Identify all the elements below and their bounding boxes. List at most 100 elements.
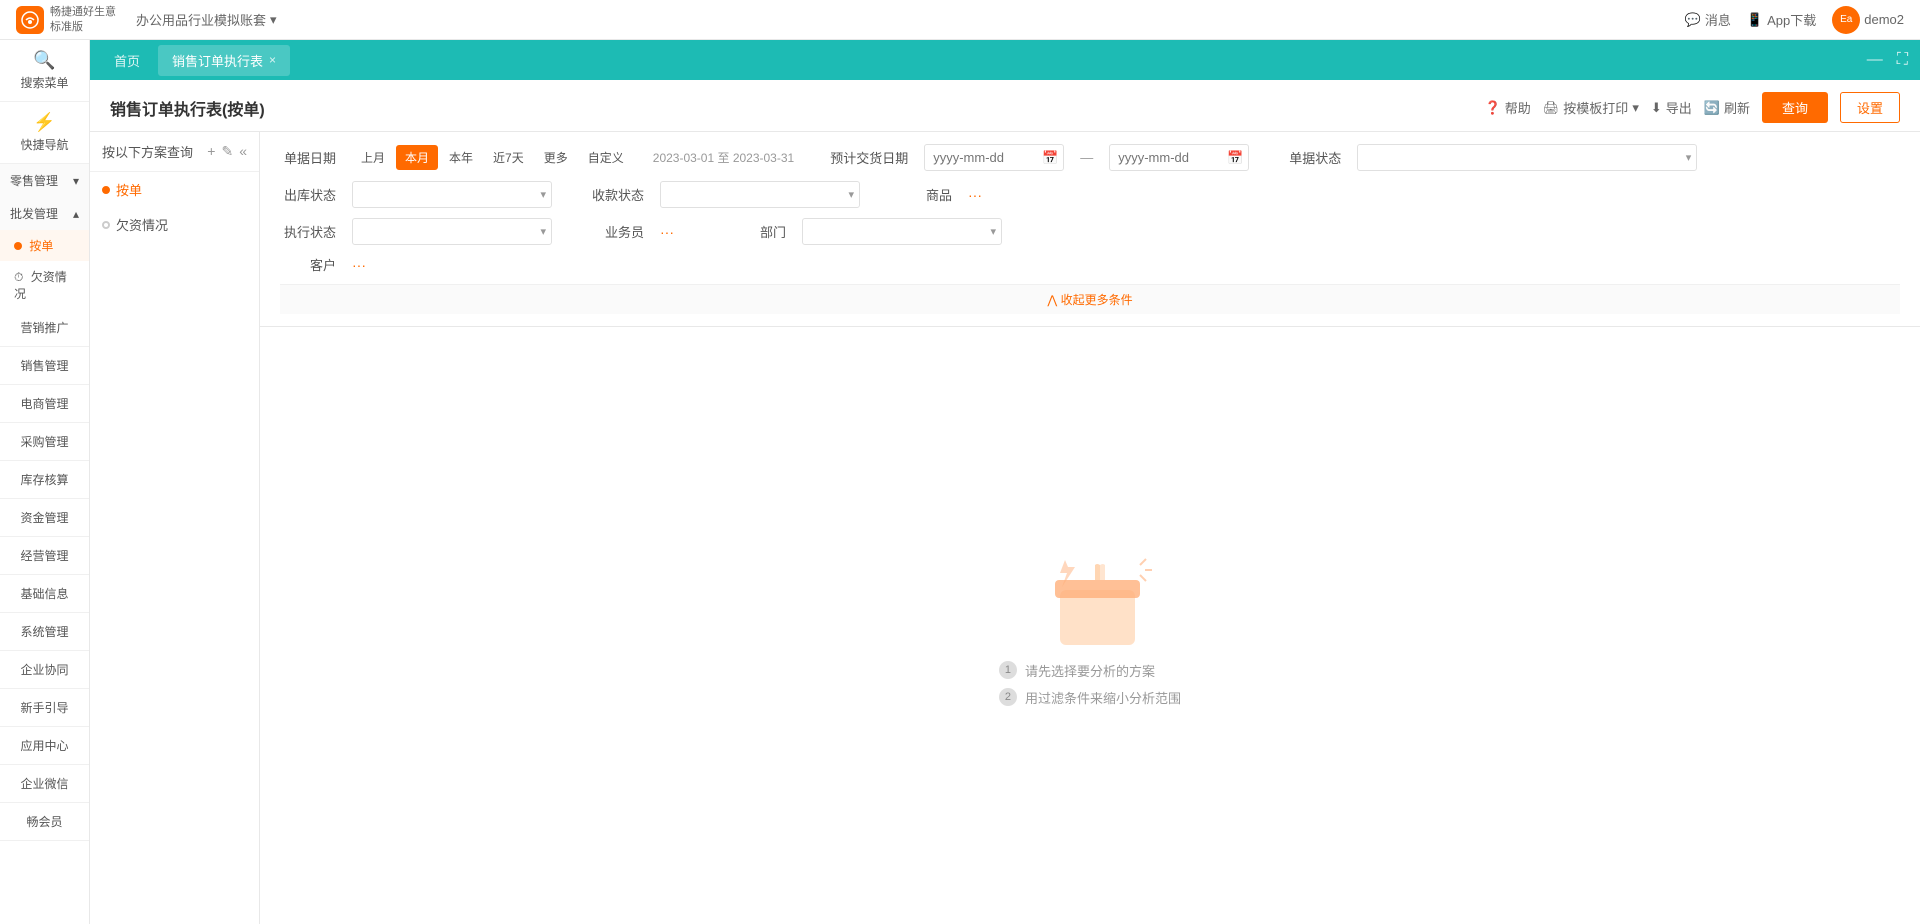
filter-row-1: 单据日期 上月 本月 本年 近7天 更多 自定义 2023-03-01 至 20… [280,144,1900,171]
tab-close-button[interactable]: × [269,53,276,67]
breadcrumb[interactable]: 办公用品行业模拟账套 ▾ [136,10,277,29]
tab-minimize-button[interactable]: — [1863,47,1887,73]
quicknav-icon: ⚡ [33,112,55,133]
payment-label: 收款状态 [588,185,644,204]
sidebar-sub-orders[interactable]: 按单 [0,230,89,261]
print-template-button[interactable]: 🖨 按模板打印 ▾ [1543,98,1639,117]
dept-select[interactable] [802,218,1002,245]
shipment-select-wrap: ▾ [352,181,552,208]
exec-select-wrap: ▾ [352,218,552,245]
download-icon: 📱 [1747,12,1763,28]
logo-icon [16,6,44,34]
sidebar-item-finance[interactable]: 资金管理 [0,499,89,537]
app-download-button[interactable]: 📱 App下载 [1747,10,1816,29]
last-month-btn[interactable]: 上月 [352,145,394,170]
tab-sales-exec[interactable]: 销售订单执行表 × [158,45,290,76]
settings-button[interactable]: 设置 [1840,92,1900,123]
dept-label: 部门 [730,222,786,241]
sidebar-item-search[interactable]: 🔍 搜索菜单 [0,40,89,102]
print-arrow-icon: ▾ [1632,100,1639,116]
wholesale-arrow: ▴ [73,207,79,221]
message-icon: 💬 [1685,12,1701,28]
scheme-collapse-button[interactable]: « [239,143,247,160]
filter-panel: 单据日期 上月 本月 本年 近7天 更多 自定义 2023-03-01 至 20… [260,132,1920,327]
scheme-edit-button[interactable]: ✎ [221,143,233,160]
message-button[interactable]: 💬 消息 [1685,10,1731,29]
help-button[interactable]: ❓ 帮助 [1485,98,1531,117]
expected-date-start-wrap: 📅 [924,144,1064,171]
content-area: 首页 销售订单执行表 × — ⛶ 销售订单执行表(按单) ❓ 帮助 🖨 [90,40,1920,924]
header-right: 💬 消息 📱 App下载 Ea demo2 [1685,6,1904,34]
export-button[interactable]: ⬇ 导出 [1651,98,1692,117]
status-select[interactable] [1357,144,1697,171]
scheme-panel: 按以下方案查询 + ✎ « 按单 欠资情况 [90,132,260,924]
tab-home[interactable]: 首页 [98,45,156,76]
quick-dates: 上月 本月 本年 近7天 更多 自定义 [352,145,633,170]
sidebar-sub-debts[interactable]: ⏱ 欠资情况 [0,261,89,309]
tip-num-2: 2 [999,688,1017,706]
sidebar-item-basic[interactable]: 基础信息 [0,575,89,613]
collapse-bar[interactable]: ⋀ 收起更多条件 [280,284,1900,314]
query-button[interactable]: 查询 [1762,92,1828,123]
tab-bar-right: — ⛶ [1863,47,1912,73]
sidebar-item-wechat[interactable]: 企业微信 [0,765,89,803]
expected-date-end-input[interactable] [1109,144,1249,171]
logo-text: 畅捷通好生意 标准版 [50,5,116,34]
status-label: 单据状态 [1285,148,1341,167]
salesperson-picker-button[interactable]: ··· [660,224,674,240]
retail-arrow: ▾ [73,174,79,188]
print-icon: 🖨 [1543,100,1560,116]
sidebar-item-purchase[interactable]: 采购管理 [0,423,89,461]
sidebar-item-appstore[interactable]: 应用中心 [0,727,89,765]
filter-row-4: 客户 ··· [280,255,1900,274]
scheme-item-orders[interactable]: 按单 [90,172,259,207]
status-select-wrap: ▾ [1357,144,1697,171]
sidebar-item-ecommerce[interactable]: 电商管理 [0,385,89,423]
sidebar-item-quicknav[interactable]: ⚡ 快捷导航 [0,102,89,164]
this-month-btn[interactable]: 本月 [396,145,438,170]
sidebar-item-sales[interactable]: 销售管理 [0,347,89,385]
scheme-add-button[interactable]: + [207,143,215,160]
page-actions: ❓ 帮助 🖨 按模板打印 ▾ ⬇ 导出 🔄 刷新 查询 设置 [1485,92,1900,123]
help-icon: ❓ [1485,100,1501,116]
payment-select[interactable] [660,181,860,208]
exec-select[interactable] [352,218,552,245]
salesperson-label: 业务员 [588,222,644,241]
sidebar: 🔍 搜索菜单 ⚡ 快捷导航 零售管理 ▾ 批发管理 ▴ 按单 ⏱ 欠资情况 营销… [0,40,90,924]
last7-btn[interactable]: 近7天 [484,145,533,170]
scheme-item-debts[interactable]: 欠资情况 [90,207,259,242]
wholesale-label: 批发管理 [10,205,58,222]
this-year-btn[interactable]: 本年 [440,145,482,170]
refresh-button[interactable]: 🔄 刷新 [1704,98,1750,117]
goods-picker-button[interactable]: ··· [968,187,982,203]
top-header: 畅捷通好生意 标准版 办公用品行业模拟账套 ▾ 💬 消息 📱 App下载 Ea … [0,0,1920,40]
user-menu[interactable]: Ea demo2 [1832,6,1904,34]
scheme-dot-2 [102,221,110,229]
tip-num-1: 1 [999,661,1017,679]
more-date-btn[interactable]: 更多 [535,145,577,170]
retail-label: 零售管理 [10,172,58,189]
sidebar-item-system[interactable]: 系统管理 [0,613,89,651]
scheme-title: 按以下方案查询 [102,142,193,161]
main-content: 单据日期 上月 本月 本年 近7天 更多 自定义 2023-03-01 至 20… [260,132,1920,924]
sidebar-item-operations[interactable]: 经营管理 [0,537,89,575]
custom-date-btn[interactable]: 自定义 [579,145,633,170]
sidebar-item-retail[interactable]: 零售管理 ▾ [0,164,89,197]
tab-maximize-button[interactable]: ⛶ [1893,47,1912,73]
expected-date-label: 预计交货日期 [830,148,908,167]
shipment-label: 出库状态 [280,185,336,204]
sidebar-item-newbie[interactable]: 新手引导 [0,689,89,727]
page-header: 销售订单执行表(按单) ❓ 帮助 🖨 按模板打印 ▾ ⬇ 导出 🔄 刷新 [90,80,1920,132]
page-title: 销售订单执行表(按单) [110,96,265,120]
sidebar-item-member[interactable]: 畅会员 [0,803,89,841]
content-split: 按以下方案查询 + ✎ « 按单 欠资情况 [90,132,1920,924]
shipment-select[interactable] [352,181,552,208]
sidebar-item-enterprise[interactable]: 企业协同 [0,651,89,689]
exec-label: 执行状态 [280,222,336,241]
search-icon: 🔍 [33,50,55,71]
sidebar-item-marketing[interactable]: 营销推广 [0,309,89,347]
expected-date-start-input[interactable] [924,144,1064,171]
sidebar-item-wholesale[interactable]: 批发管理 ▴ [0,197,89,230]
sidebar-item-inventory[interactable]: 库存核算 [0,461,89,499]
customer-picker-button[interactable]: ··· [352,257,366,273]
